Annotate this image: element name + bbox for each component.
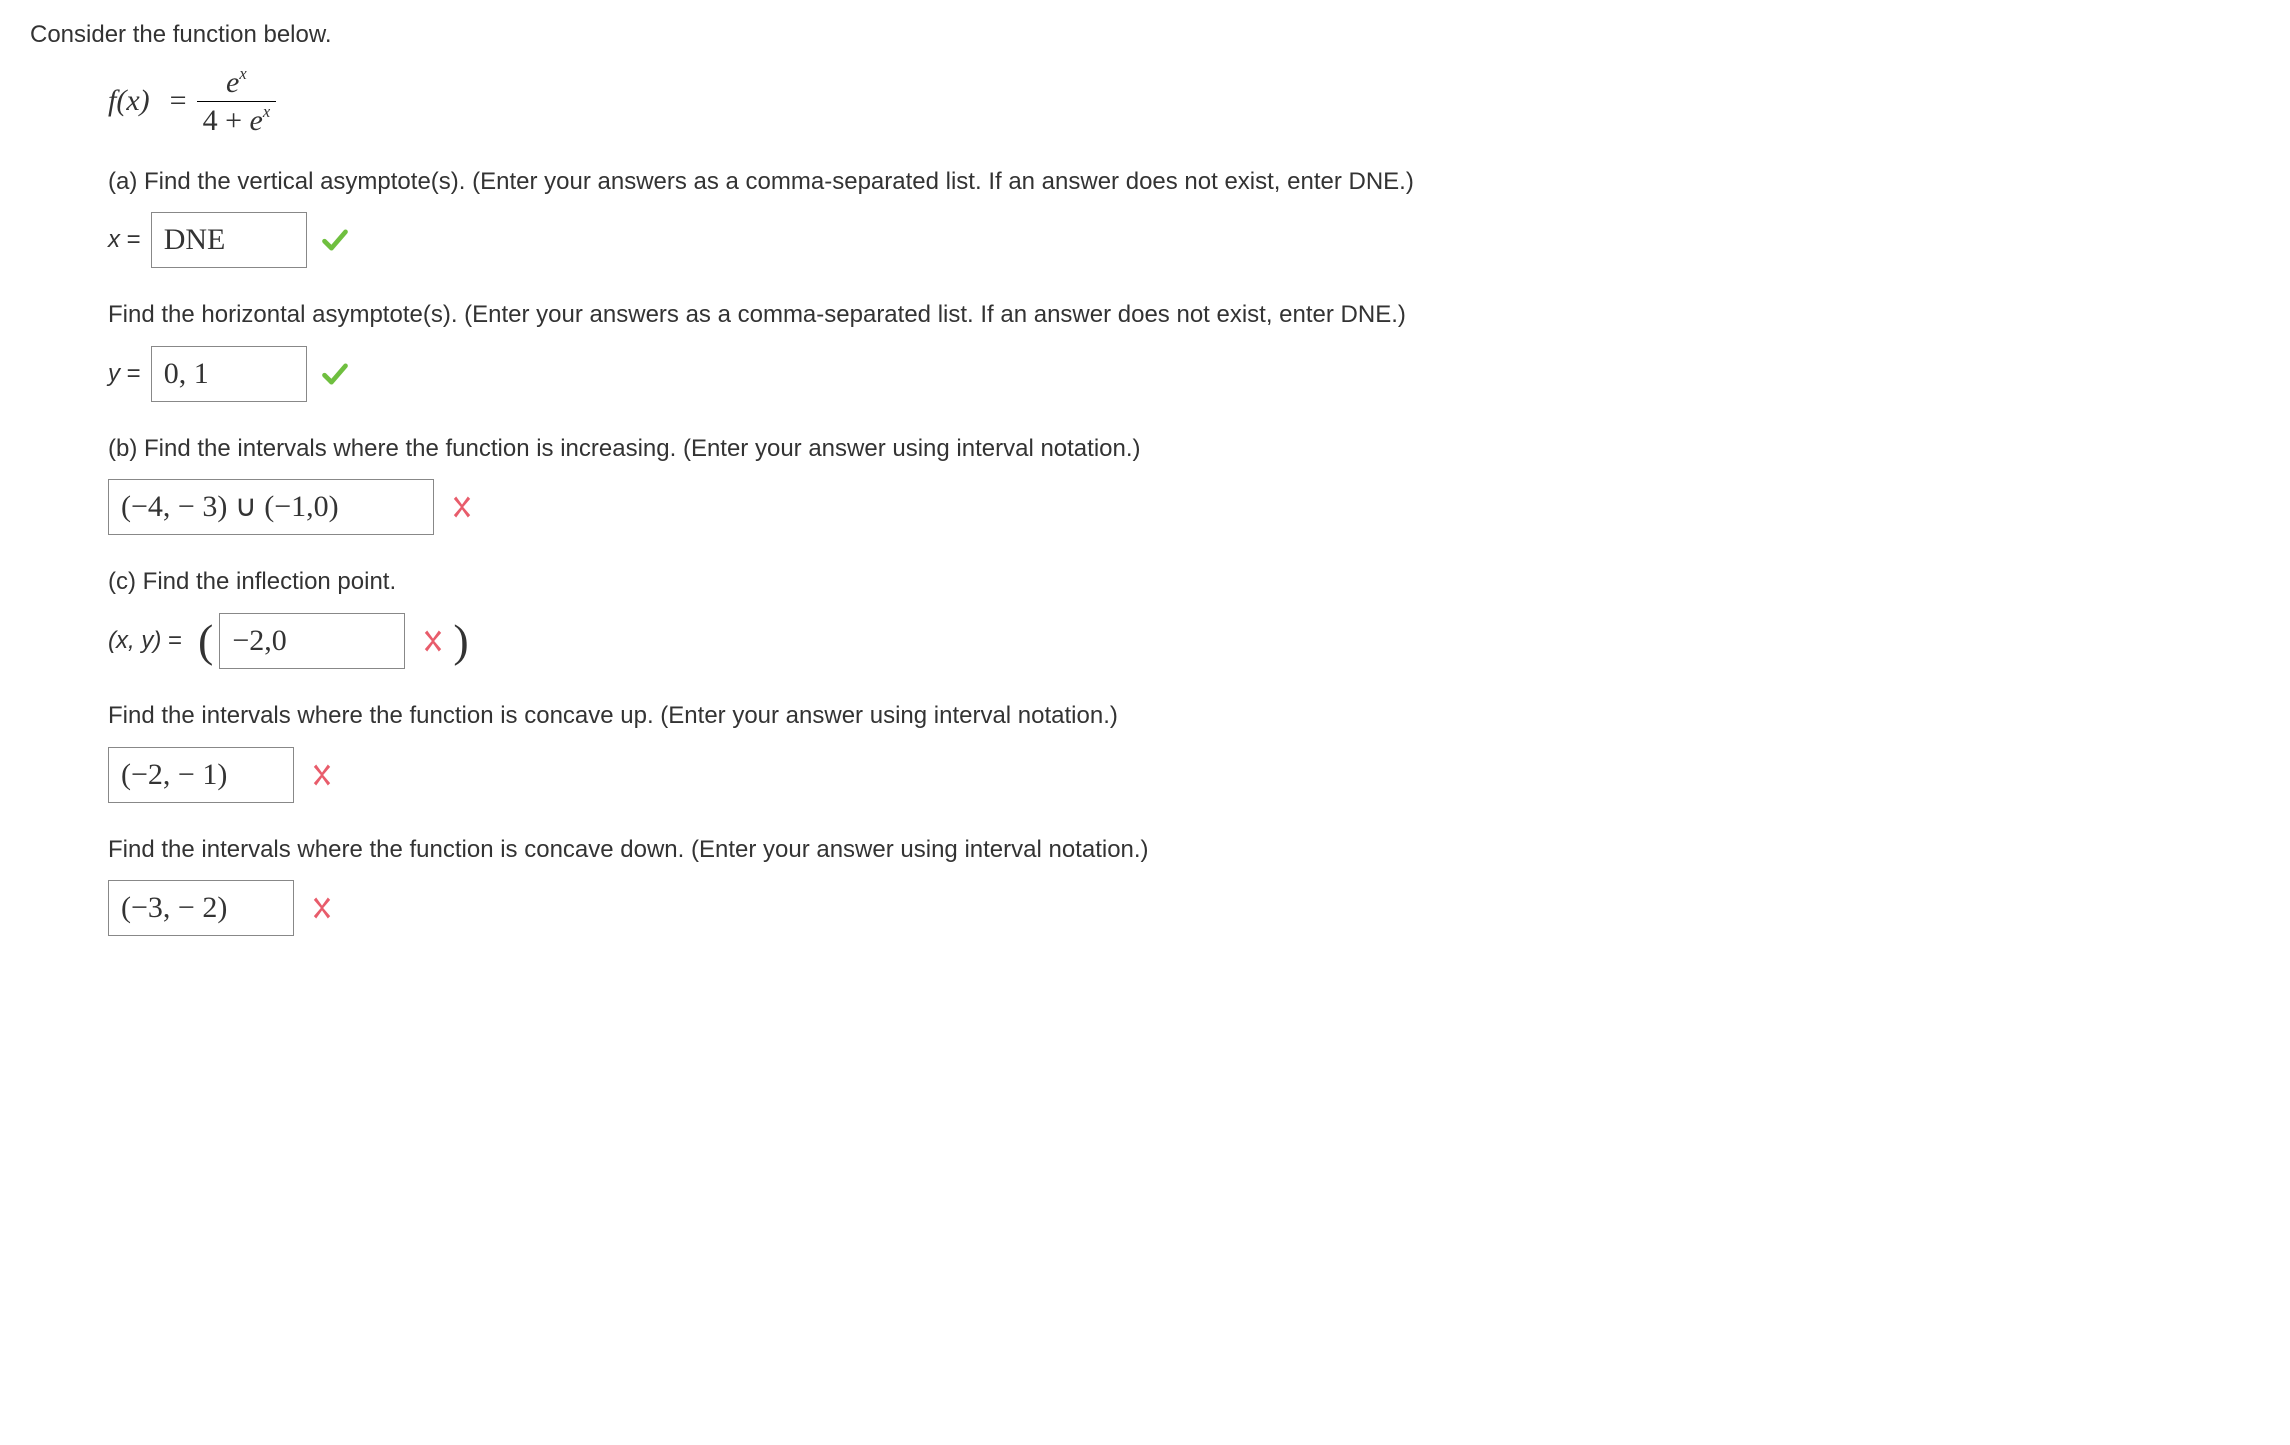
part-b-answer-row: (−4, − 3) ∪ (−1,0) bbox=[108, 479, 2260, 535]
denominator: 4 + ex bbox=[197, 101, 277, 137]
num-e: e bbox=[226, 66, 239, 99]
open-paren: ( bbox=[198, 623, 213, 660]
equals-sign: = bbox=[170, 80, 187, 122]
label-y-equals: y = bbox=[108, 357, 141, 391]
numerator: ex bbox=[220, 66, 253, 101]
inflection-point-input[interactable]: −2,0 bbox=[219, 613, 405, 669]
den-e: e bbox=[249, 104, 262, 137]
check-icon bbox=[321, 360, 349, 388]
cross-icon bbox=[419, 627, 447, 655]
part-c-prompt: (c) Find the inflection point. bbox=[108, 565, 2260, 599]
concave-down-prompt: Find the intervals where the function is… bbox=[108, 833, 2260, 867]
concave-down-input[interactable]: (−3, − 2) bbox=[108, 880, 294, 936]
den-exp: x bbox=[263, 102, 270, 121]
function-formula: f(x) = ex 4 + ex bbox=[108, 66, 2260, 137]
horizontal-asymptote-prompt: Find the horizontal asymptote(s). (Enter… bbox=[108, 298, 2260, 332]
intro-text: Consider the function below. bbox=[30, 18, 2260, 52]
concave-down-answer-row: (−3, − 2) bbox=[108, 880, 2260, 936]
num-exp: x bbox=[239, 64, 246, 83]
horizontal-asymptote-input[interactable]: 0, 1 bbox=[151, 346, 307, 402]
vertical-asymptote-input[interactable]: DNE bbox=[151, 212, 307, 268]
fraction: ex 4 + ex bbox=[197, 66, 277, 137]
part-a-prompt: (a) Find the vertical asymptote(s). (Ent… bbox=[108, 165, 2260, 199]
cross-icon bbox=[308, 761, 336, 789]
label-x-equals: x = bbox=[108, 223, 141, 257]
cross-icon bbox=[308, 894, 336, 922]
increasing-intervals-input[interactable]: (−4, − 3) ∪ (−1,0) bbox=[108, 479, 434, 535]
horizontal-asymptote-answer-row: y = 0, 1 bbox=[108, 346, 2260, 402]
part-a-answer-row: x = DNE bbox=[108, 212, 2260, 268]
label-xy-equals: (x, y) = bbox=[108, 624, 182, 658]
close-paren: ) bbox=[453, 623, 468, 660]
part-c-answer-row: (x, y) = ( −2,0 ) bbox=[108, 613, 2260, 669]
check-icon bbox=[321, 226, 349, 254]
concave-up-prompt: Find the intervals where the function is… bbox=[108, 699, 2260, 733]
fx-symbol: f(x) bbox=[108, 80, 150, 122]
concave-up-input[interactable]: (−2, − 1) bbox=[108, 747, 294, 803]
den-4: 4 bbox=[203, 104, 218, 137]
den-plus: + bbox=[218, 104, 250, 137]
part-b-prompt: (b) Find the intervals where the functio… bbox=[108, 432, 2260, 466]
cross-icon bbox=[448, 493, 476, 521]
concave-up-answer-row: (−2, − 1) bbox=[108, 747, 2260, 803]
